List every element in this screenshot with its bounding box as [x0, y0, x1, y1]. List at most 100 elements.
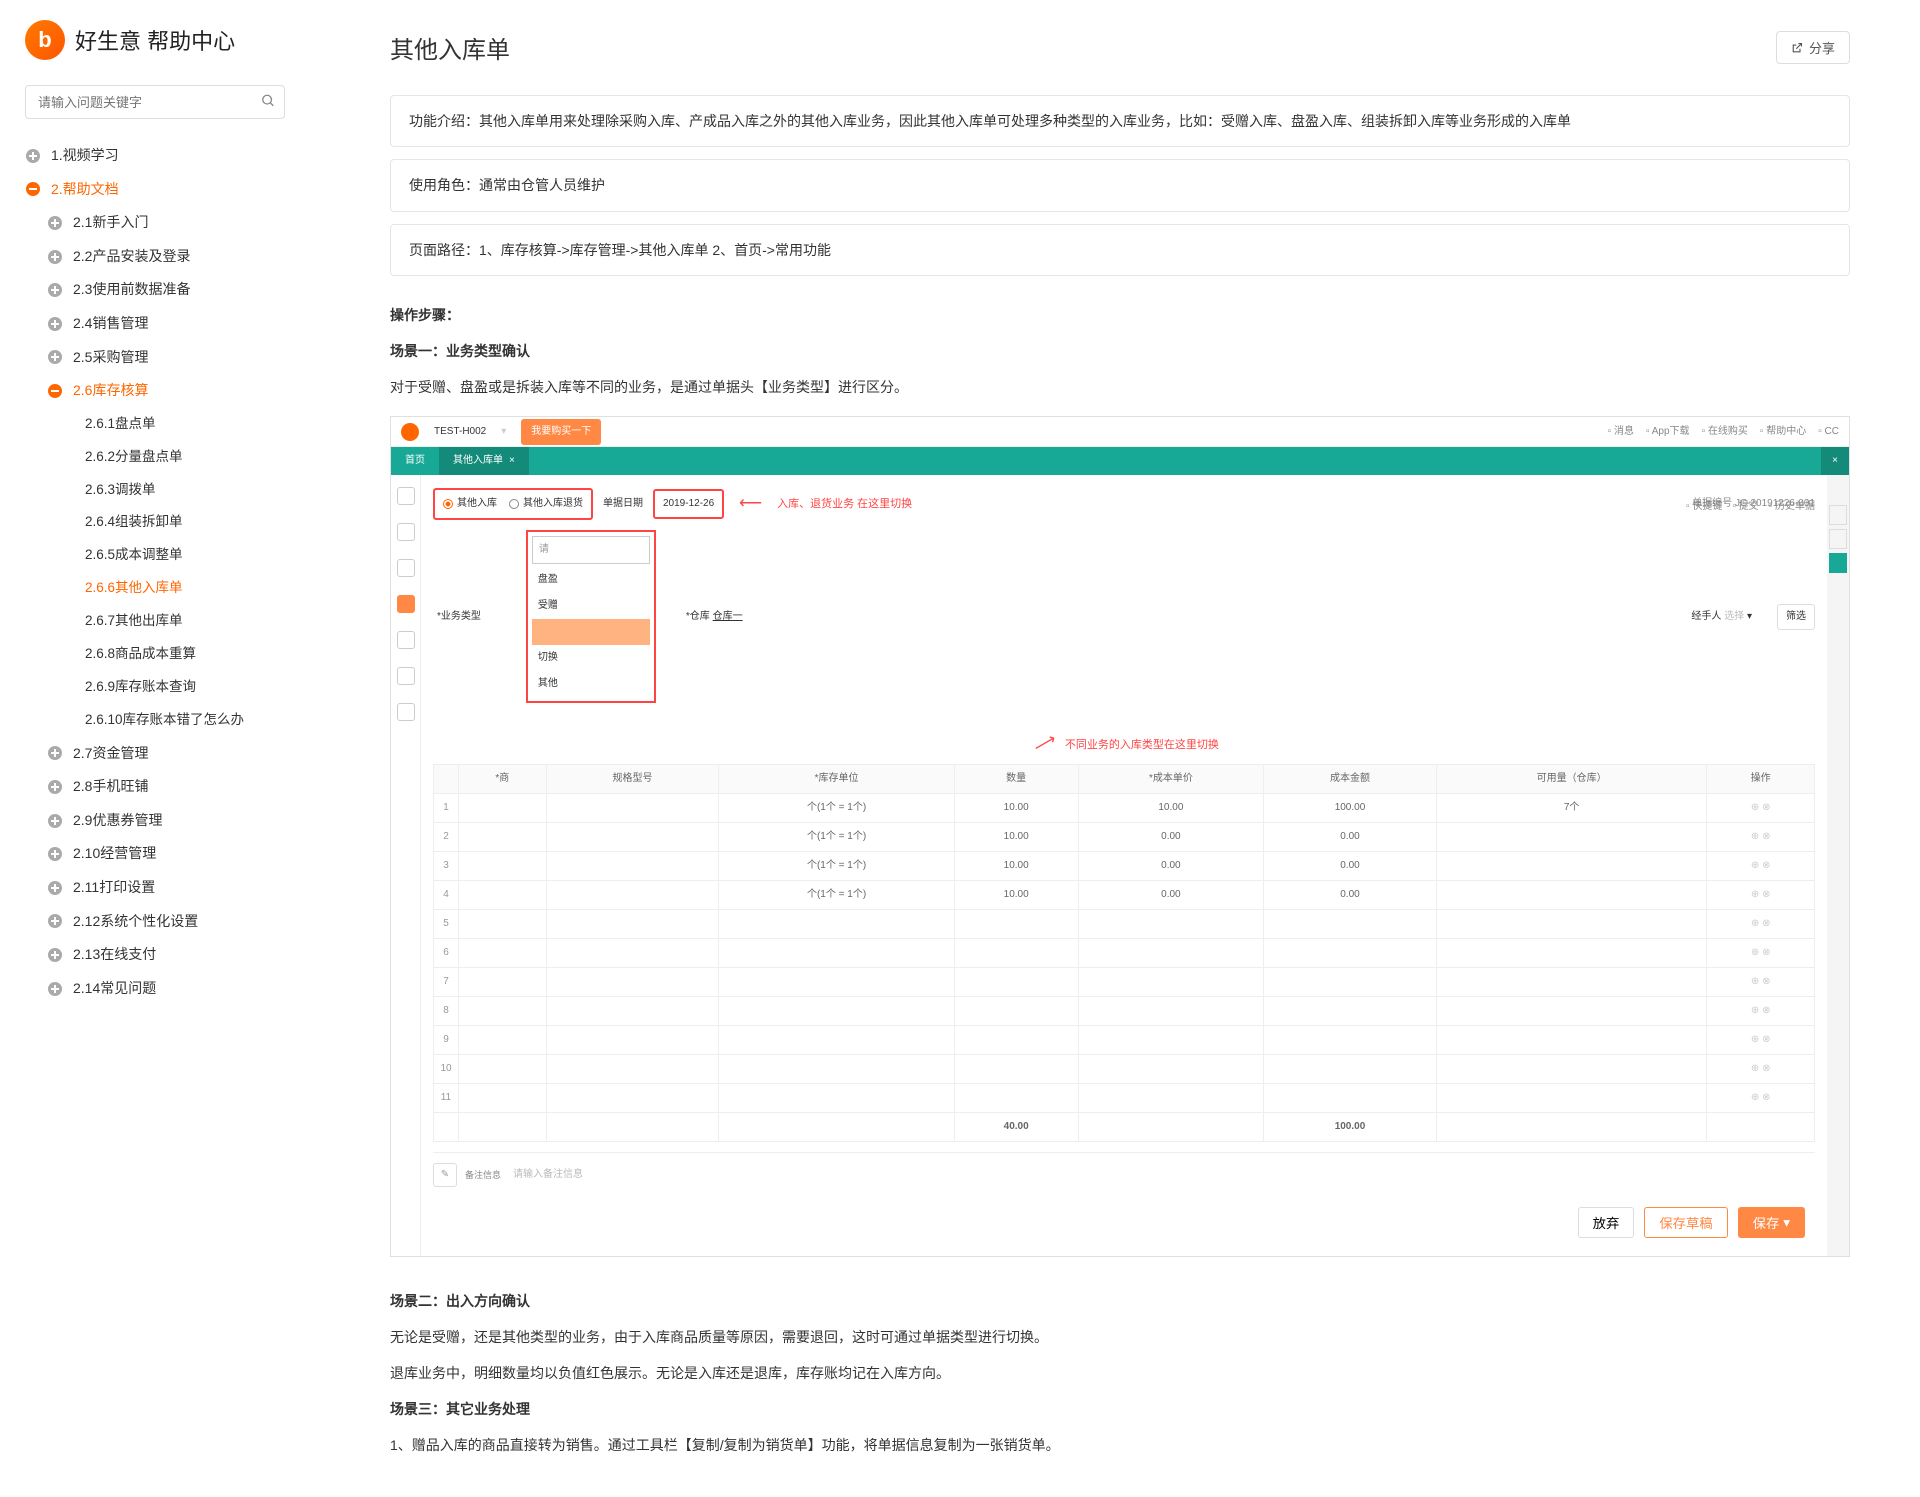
ss-toolbar-item[interactable]: ▫ 提交: [1732, 497, 1758, 517]
ss-notes-input[interactable]: 请输入备注信息: [509, 1161, 1815, 1189]
sidebar-item[interactable]: 2.6.10库存账本错了怎么办: [25, 704, 285, 737]
table-row[interactable]: 3个(1个 = 1个)10.000.000.00⊕ ⊗: [434, 852, 1815, 881]
sidebar-item[interactable]: 2.14常见问题: [25, 972, 285, 1006]
table-row[interactable]: 8 ⊕ ⊗: [434, 997, 1815, 1026]
sidebar-item[interactable]: 2.6.5成本调整单: [25, 539, 285, 572]
table-row[interactable]: 4个(1个 = 1个)10.000.000.00⊕ ⊗: [434, 881, 1815, 910]
ss-rt-icon[interactable]: [1829, 505, 1847, 525]
scene1-text: 对于受赠、盘盈或是拆装入库等不同的业务，是通过单据头【业务类型】进行区分。: [390, 373, 1850, 401]
sidebar-item[interactable]: 2.8手机旺铺: [25, 770, 285, 804]
sidebar-item[interactable]: 2.6.8商品成本重算: [25, 638, 285, 671]
sidebar-item[interactable]: 2.11打印设置: [25, 871, 285, 905]
sidebar-item[interactable]: 2.6.9库存账本查询: [25, 671, 285, 704]
ss-radio-group[interactable]: 其他入库 其他入库退货: [433, 488, 593, 520]
ss-rt-icon[interactable]: [1829, 553, 1847, 573]
intro-text: 其他入库单用来处理除采购入库、产成品入库之外的其他入库业务，因此其他入库单可处理…: [479, 113, 1571, 129]
sidebar-item-label: 2.6.5成本调整单: [85, 546, 183, 565]
scene2-text1: 无论是受赠，还是其他类型的业务，由于入库商品质量等原因，需要退回，这时可通过单据…: [390, 1323, 1850, 1351]
arrow-icon: ⟶: [1028, 725, 1064, 764]
ss-date-input[interactable]: 2019-12-26: [653, 489, 724, 519]
ss-table-header: 数量: [954, 765, 1078, 794]
sidebar-item[interactable]: 2.6库存核算: [25, 374, 285, 408]
share-button[interactable]: 分享: [1776, 31, 1850, 64]
sidebar-item-label: 2.6.7其他出库单: [85, 612, 183, 631]
ss-side-icon[interactable]: [397, 631, 415, 649]
ss-handler-label: 经手人: [1691, 611, 1721, 622]
plus-icon: [47, 813, 63, 829]
minus-icon: [25, 181, 41, 197]
ss-side-icon[interactable]: [397, 487, 415, 505]
ss-topbar-item[interactable]: ▫ 消息: [1608, 422, 1634, 442]
ss-toolbar-item[interactable]: ▫ 历史单据: [1769, 497, 1815, 517]
ss-cancel-button[interactable]: 放弃: [1578, 1207, 1635, 1238]
table-row[interactable]: 2个(1个 = 1个)10.000.000.00⊕ ⊗: [434, 823, 1815, 852]
table-row[interactable]: 7 ⊕ ⊗: [434, 968, 1815, 997]
intro-label: 功能介绍：: [409, 113, 479, 129]
ss-save-button[interactable]: 保存 ▾: [1738, 1207, 1805, 1238]
logo-icon: b: [25, 20, 65, 60]
table-row[interactable]: 11 ⊕ ⊗: [434, 1084, 1815, 1113]
ss-radio-in[interactable]: 其他入库: [443, 494, 497, 514]
sidebar-item-label: 2.14常见问题: [73, 979, 156, 999]
ss-panel-close-icon[interactable]: ×: [1821, 447, 1849, 475]
ss-handler-select[interactable]: 选择: [1724, 611, 1744, 622]
table-row[interactable]: 5 ⊕ ⊗: [434, 910, 1815, 939]
sidebar-item-label: 2.4销售管理: [73, 314, 148, 334]
sidebar-item[interactable]: 2.6.6其他入库单: [25, 572, 285, 605]
ss-buy-button[interactable]: 我要购买一下: [521, 419, 601, 445]
sidebar-item[interactable]: 2.6.1盘点单: [25, 408, 285, 441]
ss-left-sidebar: [391, 475, 421, 1256]
ss-filter-button[interactable]: 筛选: [1777, 604, 1815, 630]
close-icon[interactable]: ×: [509, 451, 515, 471]
ss-save-draft-button[interactable]: 保存草稿: [1644, 1207, 1727, 1238]
sidebar-item[interactable]: 2.9优惠券管理: [25, 804, 285, 838]
ss-topbar-item[interactable]: ▫ App下载: [1646, 422, 1690, 442]
sidebar-item[interactable]: 2.1新手入门: [25, 206, 285, 240]
ss-tab-home[interactable]: 首页: [391, 447, 439, 475]
search-input[interactable]: [25, 85, 285, 119]
ss-dropdown-item[interactable]: 切换: [532, 645, 650, 671]
sidebar-item[interactable]: 2.12系统个性化设置: [25, 905, 285, 939]
sidebar-item-label: 2.6.9库存账本查询: [85, 678, 196, 697]
ss-side-icon[interactable]: [397, 559, 415, 577]
path-label: 页面路径：: [409, 242, 479, 258]
table-row[interactable]: 9 ⊕ ⊗: [434, 1026, 1815, 1055]
ss-tab-doc[interactable]: 其他入库单 ×: [439, 447, 529, 475]
sidebar-item[interactable]: 2.13在线支付: [25, 938, 285, 972]
ss-radio-return[interactable]: 其他入库退货: [509, 494, 583, 514]
sidebar-item[interactable]: 1.视频学习: [25, 139, 285, 173]
sidebar-item[interactable]: 2.6.3调拨单: [25, 474, 285, 507]
ss-side-icon[interactable]: [397, 523, 415, 541]
sidebar-item-label: 2.6.6其他入库单: [85, 579, 183, 598]
ss-dropdown-item[interactable]: 盘盈: [532, 567, 650, 593]
ss-topbar-item[interactable]: ▫ 在线购买: [1702, 422, 1748, 442]
sidebar-item-label: 2.13在线支付: [73, 945, 156, 965]
arrow-icon: ⟵: [739, 488, 762, 520]
sidebar-item[interactable]: 2.3使用前数据准备: [25, 273, 285, 307]
ss-dropdown-item[interactable]: 受赠: [532, 593, 650, 619]
ss-side-icon[interactable]: [397, 667, 415, 685]
sidebar-item[interactable]: 2.帮助文档: [25, 173, 285, 207]
ss-dropdown-item[interactable]: [532, 619, 650, 645]
ss-topbar-item[interactable]: ▫ 帮助中心: [1760, 422, 1806, 442]
ss-topbar-item[interactable]: ▫ CC: [1818, 422, 1839, 442]
ss-dropdown-item[interactable]: 其他: [532, 671, 650, 697]
ss-toolbar-item[interactable]: ▫ 快捷键: [1686, 497, 1722, 517]
ss-side-icon[interactable]: [397, 703, 415, 721]
sidebar-item[interactable]: 2.5采购管理: [25, 341, 285, 375]
ss-rt-icon[interactable]: [1829, 529, 1847, 549]
sidebar-item[interactable]: 2.4销售管理: [25, 307, 285, 341]
table-row[interactable]: 1个(1个 = 1个)10.0010.00100.007个⊕ ⊗: [434, 794, 1815, 823]
sidebar-item[interactable]: 2.6.4组装拆卸单: [25, 506, 285, 539]
ss-side-icon[interactable]: [397, 595, 415, 613]
sidebar-item[interactable]: 2.6.2分量盘点单: [25, 441, 285, 474]
sidebar-item[interactable]: 2.10经营管理: [25, 837, 285, 871]
ss-biztype-select[interactable]: 请: [532, 536, 650, 564]
sidebar-item[interactable]: 2.6.7其他出库单: [25, 605, 285, 638]
table-row[interactable]: 6 ⊕ ⊗: [434, 939, 1815, 968]
ss-warehouse-value[interactable]: 仓库一: [713, 611, 743, 622]
sidebar-item[interactable]: 2.2产品安装及登录: [25, 240, 285, 274]
logo[interactable]: b 好生意 帮助中心: [25, 20, 285, 60]
table-row[interactable]: 10 ⊕ ⊗: [434, 1055, 1815, 1084]
sidebar-item[interactable]: 2.7资金管理: [25, 737, 285, 771]
